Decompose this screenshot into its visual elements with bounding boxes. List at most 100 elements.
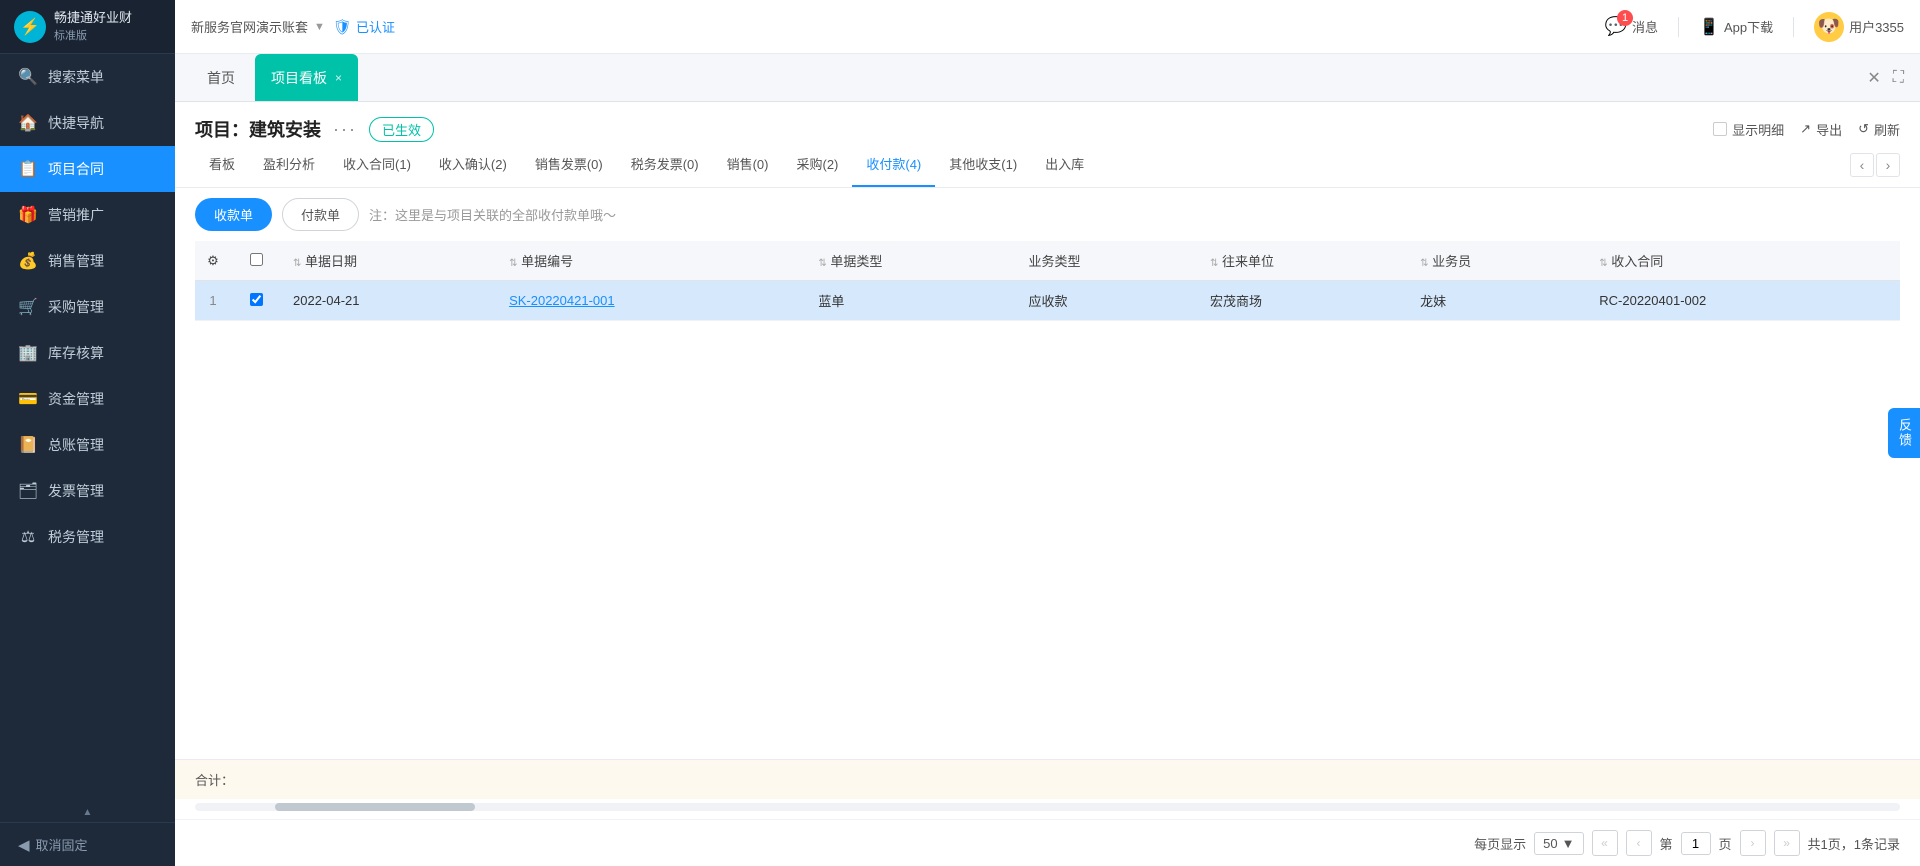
sort-icon2: ⇅	[509, 258, 517, 269]
tab-other-income[interactable]: 其他收支(1)	[935, 142, 1031, 187]
tabs-next-button[interactable]: ›	[1876, 153, 1900, 177]
td-row-num: 1	[195, 281, 231, 321]
th-type[interactable]: ⇅ 单据类型	[806, 241, 1016, 281]
td-type: 蓝单	[806, 281, 1016, 321]
sidebar-item-ledger[interactable]: 📔 总账管理	[0, 422, 175, 468]
sidebar-item-search[interactable]: 🔍 搜索菜单	[0, 54, 175, 100]
chevron-down-icon2: ▼	[1562, 836, 1575, 851]
refresh-button[interactable]: ↺ 刷新	[1858, 120, 1900, 139]
tab-sales-invoice[interactable]: 销售发票(0)	[521, 142, 617, 187]
tab-bar: 首页 项目看板 × ✕ ⛶	[175, 54, 1920, 102]
table-row[interactable]: 1 2022-04-21 SK-20220421-001 蓝单 应收款 宏茂商场…	[195, 281, 1900, 321]
sidebar-item-sales[interactable]: 💰 销售管理	[0, 238, 175, 284]
sidebar-scroll-hint: ▲	[0, 803, 175, 822]
tabs-navigation: ‹ ›	[1850, 153, 1900, 177]
shield-icon: 🛡	[333, 18, 352, 36]
tab-payment[interactable]: 收付款(4)	[852, 142, 935, 187]
sub-tab-payment[interactable]: 付款单	[282, 198, 359, 231]
sort-icon: ⇅	[293, 258, 301, 269]
app-download-button[interactable]: 📱 App下载	[1699, 17, 1773, 37]
export-button[interactable]: ↗ 导出	[1800, 120, 1842, 139]
top-header: 新服务官网演示账套 ▼ 🛡 已认证 💬 1 消息 📱 App下载	[175, 0, 1920, 54]
tab-sales[interactable]: 销售(0)	[713, 142, 783, 187]
chevron-down-icon: ▼	[314, 21, 325, 33]
pagination: 每页显示 50 ▼ « ‹ 第 页 › » 共1页，1条记录	[175, 819, 1920, 866]
more-options-button[interactable]: ···	[333, 119, 357, 140]
tab-tax-invoice[interactable]: 税务发票(0)	[617, 142, 713, 187]
tab-close-icon[interactable]: ×	[335, 71, 342, 85]
page-number-input[interactable]	[1681, 832, 1711, 855]
message-count-badge: 1	[1617, 10, 1633, 26]
refresh-icon: ↺	[1858, 121, 1869, 137]
logo-text: 畅捷通好业财 标准版	[54, 10, 132, 43]
certified-badge: 🛡 已认证	[333, 17, 395, 36]
td-biz-type: 应收款	[1016, 281, 1197, 321]
select-all-checkbox[interactable]	[250, 253, 263, 266]
sub-tab-receipt[interactable]: 收款单	[195, 198, 272, 231]
tab-income-confirm[interactable]: 收入确认(2)	[425, 142, 521, 187]
tab-profit[interactable]: 盈利分析	[249, 142, 329, 187]
show-detail-toggle[interactable]: 显示明细	[1713, 120, 1784, 139]
tab-income-contract[interactable]: 收入合同(1)	[329, 142, 425, 187]
td-code[interactable]: SK-20220421-001	[497, 281, 806, 321]
page-header: 项目：建筑安装 ··· 已生效 显示明细 ↗ 导出 ↺ 刷新	[175, 102, 1920, 142]
td-date: 2022-04-21	[281, 281, 497, 321]
tab-project-board[interactable]: 项目看板 ×	[255, 54, 358, 101]
export-icon: ↗	[1800, 121, 1811, 137]
capital-icon: 💳	[18, 389, 38, 409]
td-contract: RC-20220401-002	[1587, 281, 1900, 321]
tab-purchase[interactable]: 采购(2)	[782, 142, 852, 187]
page-header-actions: 显示明细 ↗ 导出 ↺ 刷新	[1713, 120, 1900, 139]
page-title: 项目：建筑安装	[195, 116, 321, 142]
table-container: ⚙ ⇅ 单据日期 ⇅ 单据编号 ⇅ 单据类型	[175, 241, 1920, 759]
scrollbar-thumb[interactable]	[275, 803, 475, 811]
message-button[interactable]: 💬 1 消息	[1605, 16, 1658, 37]
tab-kanban[interactable]: 看板	[195, 142, 249, 187]
th-salesman[interactable]: ⇅ 业务员	[1408, 241, 1587, 281]
window-close-button[interactable]: ✕	[1867, 68, 1880, 88]
td-partner: 宏茂商场	[1198, 281, 1408, 321]
user-menu-button[interactable]: 🐶 用户3355	[1814, 12, 1904, 42]
next-page-button[interactable]: ›	[1740, 830, 1766, 856]
search-icon: 🔍	[18, 67, 38, 87]
sort-icon3: ⇅	[818, 258, 826, 269]
per-page-select[interactable]: 50 ▼	[1534, 832, 1583, 855]
last-page-button[interactable]: »	[1774, 830, 1800, 856]
first-page-button[interactable]: «	[1592, 830, 1618, 856]
page-unit-label: 页	[1719, 834, 1732, 853]
th-settings[interactable]: ⚙	[195, 241, 231, 281]
username: 用户3355	[1849, 17, 1904, 36]
th-biz-type: 业务类型	[1016, 241, 1197, 281]
marketing-icon: 🎁	[18, 205, 38, 225]
sidebar-item-purchase[interactable]: 🛒 采购管理	[0, 284, 175, 330]
tab-inout[interactable]: 出入库	[1031, 142, 1098, 187]
sidebar-item-capital[interactable]: 💳 资金管理	[0, 376, 175, 422]
logo-icon: ⚡	[14, 11, 46, 43]
account-selector[interactable]: 新服务官网演示账套 ▼	[191, 17, 325, 36]
pagination-summary: 共1页，1条记录	[1808, 834, 1900, 853]
th-date[interactable]: ⇅ 单据日期	[281, 241, 497, 281]
th-code[interactable]: ⇅ 单据编号	[497, 241, 806, 281]
sidebar-item-marketing[interactable]: 🎁 营销推广	[0, 192, 175, 238]
table-scrollbar[interactable]	[175, 799, 1920, 819]
tabs-prev-button[interactable]: ‹	[1850, 153, 1874, 177]
row-checkbox[interactable]	[250, 293, 263, 306]
sidebar-unpin-button[interactable]: ◀ 取消固定	[0, 822, 175, 866]
sidebar-item-invoice[interactable]: 🗂 发票管理	[0, 468, 175, 514]
project-icon: 📋	[18, 159, 38, 179]
sidebar-item-shortcut[interactable]: 🏠 快捷导航	[0, 100, 175, 146]
prev-page-button[interactable]: ‹	[1626, 830, 1652, 856]
feedback-button[interactable]: 反馈	[1888, 408, 1920, 458]
th-contract[interactable]: ⇅ 收入合同	[1587, 241, 1900, 281]
sidebar-item-inventory[interactable]: 🏢 库存核算	[0, 330, 175, 376]
sub-tab-note: 注：这里是与项目关联的全部收付款单哦～	[369, 205, 616, 224]
window-maximize-button[interactable]: ⛶	[1893, 69, 1904, 87]
inventory-icon: 🏢	[18, 343, 38, 363]
tab-home[interactable]: 首页	[191, 54, 251, 101]
sort-icon5: ⇅	[1420, 258, 1428, 269]
invoice-icon: 🗂	[18, 481, 38, 501]
th-partner[interactable]: ⇅ 往来单位	[1198, 241, 1408, 281]
sidebar-item-tax[interactable]: ⚖ 税务管理	[0, 514, 175, 560]
divider	[1678, 17, 1679, 37]
sidebar-item-project[interactable]: 📋 项目合同	[0, 146, 175, 192]
